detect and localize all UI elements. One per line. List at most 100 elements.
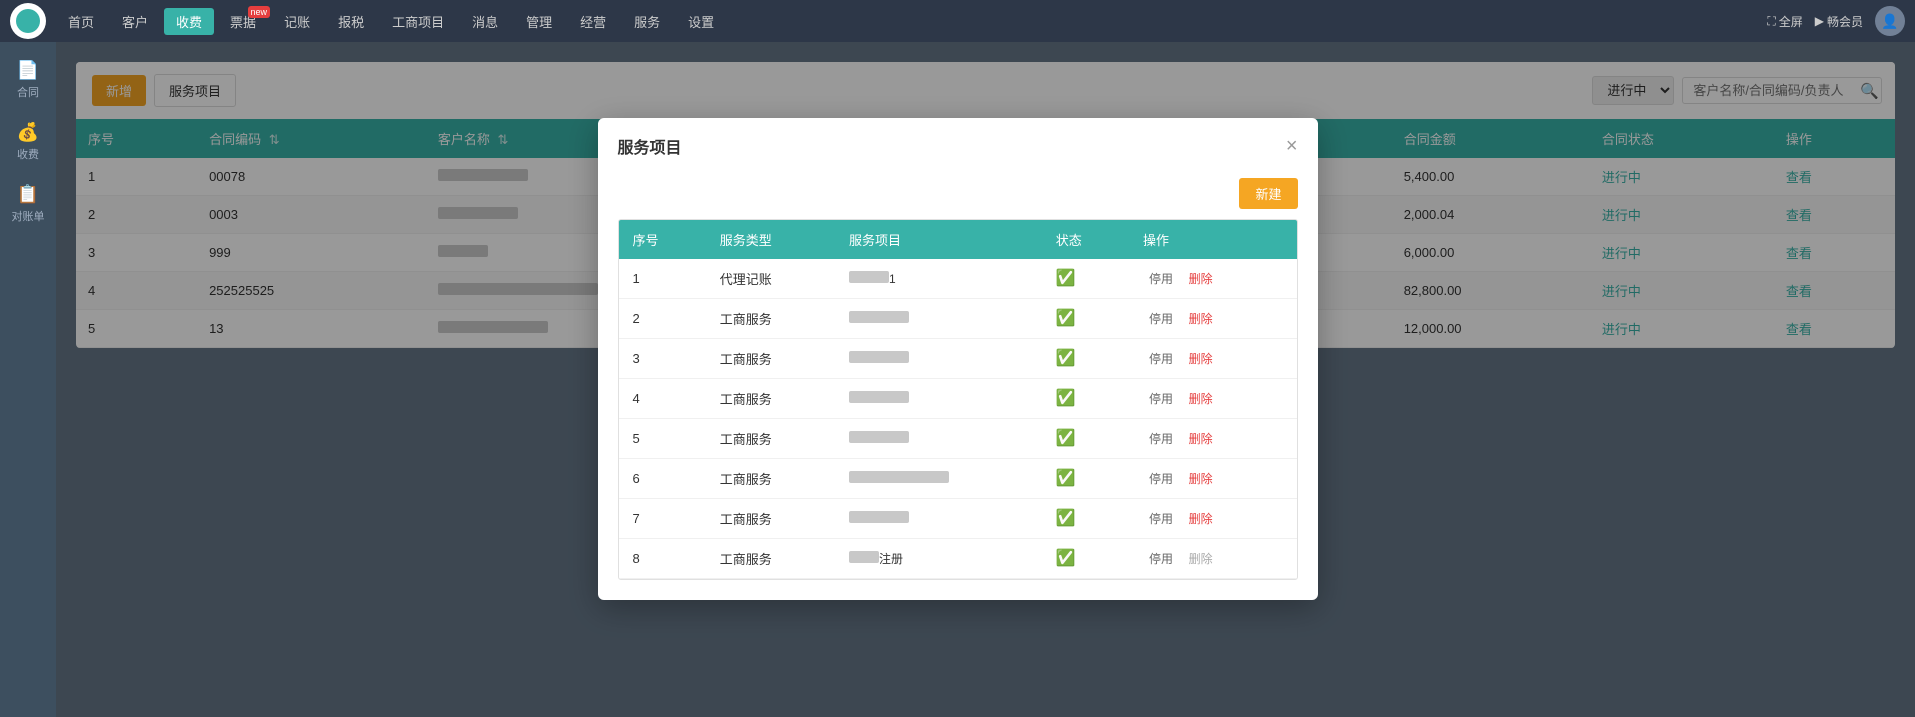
nav-piaoju[interactable]: 票据 new	[218, 8, 268, 35]
delete-button[interactable]: 删除	[1183, 348, 1219, 369]
stop-button[interactable]: 停用	[1143, 348, 1179, 369]
stop-button[interactable]: 停用	[1143, 468, 1179, 489]
status-check-icon: ✅	[1056, 390, 1076, 407]
modal-col-seq: 序号	[619, 220, 706, 259]
modal-cell-item	[835, 298, 1042, 338]
modal-cell-status: ✅	[1042, 458, 1129, 498]
new-badge: new	[248, 6, 271, 18]
modal-cell-seq: 1	[619, 259, 706, 299]
delete-button[interactable]: 删除	[1183, 508, 1219, 529]
member-btn[interactable]: ▶ 畅会员	[1815, 13, 1863, 30]
modal-cell-seq: 3	[619, 338, 706, 378]
contract-icon: 📄	[17, 60, 39, 81]
modal-cell-action: 停用 删除	[1129, 498, 1296, 538]
video-icon: ▶	[1815, 14, 1824, 28]
nav-baoshui[interactable]: 报税	[326, 8, 376, 35]
status-check-icon: ✅	[1056, 430, 1076, 447]
modal-toolbar: 新建	[618, 178, 1298, 209]
modal-cell-seq: 8	[619, 538, 706, 578]
modal-table-row: 8 工商服务 注册 ✅ 停用 删除	[619, 538, 1297, 578]
sidebar-item-contract[interactable]: 📄 合同	[3, 52, 53, 108]
modal-title: 服务项目	[618, 134, 682, 158]
modal-table-row: 1 代理记账 1 ✅ 停用 删除	[619, 259, 1297, 299]
status-check-icon: ✅	[1056, 470, 1076, 487]
modal-col-type: 服务类型	[706, 220, 835, 259]
status-check-icon: ✅	[1056, 550, 1076, 567]
delete-button[interactable]: 删除	[1183, 428, 1219, 449]
sidebar-label-reconcile: 对账单	[12, 208, 45, 224]
nav-home[interactable]: 首页	[56, 8, 106, 35]
stop-button[interactable]: 停用	[1143, 428, 1179, 449]
logo-icon	[16, 9, 40, 33]
modal-cell-type: 工商服务	[706, 418, 835, 458]
stop-button[interactable]: 停用	[1143, 508, 1179, 529]
stop-button[interactable]: 停用	[1143, 268, 1179, 289]
modal-cell-item	[835, 418, 1042, 458]
modal-cell-action: 停用 删除	[1129, 338, 1296, 378]
sidebar-item-charge[interactable]: 💰 收费	[3, 114, 53, 170]
status-check-icon: ✅	[1056, 510, 1076, 527]
modal-cell-status: ✅	[1042, 298, 1129, 338]
nav-shoufei[interactable]: 收费	[164, 8, 214, 35]
modal-cell-status: ✅	[1042, 498, 1129, 538]
delete-button[interactable]: 删除	[1183, 548, 1219, 569]
nav-jingying[interactable]: 经营	[568, 8, 618, 35]
modal-cell-seq: 7	[619, 498, 706, 538]
nav-xiaoxi[interactable]: 消息	[460, 8, 510, 35]
modal-table-row: 3 工商服务 ✅ 停用 删除	[619, 338, 1297, 378]
modal-cell-action: 停用 删除	[1129, 458, 1296, 498]
modal-close-button[interactable]: ×	[1286, 136, 1298, 156]
modal-col-status: 状态	[1042, 220, 1129, 259]
modal-cell-type: 工商服务	[706, 458, 835, 498]
modal-cell-item	[835, 378, 1042, 418]
modal-cell-item: 注册	[835, 538, 1042, 578]
modal-cell-item: 1	[835, 259, 1042, 299]
nav-gongshang[interactable]: 工商项目	[380, 8, 456, 35]
stop-button[interactable]: 停用	[1143, 388, 1179, 409]
nav-fuwu[interactable]: 服务	[622, 8, 672, 35]
sidebar: 📄 合同 💰 收费 📋 对账单	[0, 42, 56, 717]
modal-col-action: 操作	[1129, 220, 1296, 259]
service-items-modal: 服务项目 × 新建 序号 服务类型 服务项目 状态 操作 1	[598, 118, 1318, 600]
sidebar-item-reconcile[interactable]: 📋 对账单	[3, 176, 53, 232]
modal-cell-action: 停用 删除	[1129, 298, 1296, 338]
sidebar-label-charge: 收费	[17, 146, 39, 162]
modal-cell-type: 工商服务	[706, 498, 835, 538]
sidebar-label-contract: 合同	[17, 84, 39, 100]
modal-cell-type: 工商服务	[706, 338, 835, 378]
modal-cell-status: ✅	[1042, 338, 1129, 378]
status-check-icon: ✅	[1056, 350, 1076, 367]
modal-cell-type: 工商服务	[706, 378, 835, 418]
modal-cell-status: ✅	[1042, 378, 1129, 418]
app-logo	[10, 3, 46, 39]
modal-col-item: 服务项目	[835, 220, 1042, 259]
nav-shezhi[interactable]: 设置	[676, 8, 726, 35]
delete-button[interactable]: 删除	[1183, 468, 1219, 489]
modal-cell-seq: 5	[619, 418, 706, 458]
charge-icon: 💰	[17, 122, 39, 143]
modal-header: 服务项目 ×	[598, 118, 1318, 168]
modal-cell-action: 停用 删除	[1129, 259, 1296, 299]
nav-jizhang[interactable]: 记账	[272, 8, 322, 35]
status-check-icon: ✅	[1056, 310, 1076, 327]
modal-cell-action: 停用 删除	[1129, 378, 1296, 418]
top-right-actions: ⛶ 全屏 ▶ 畅会员 👤	[1767, 6, 1905, 36]
modal-table-row: 5 工商服务 ✅ 停用 删除	[619, 418, 1297, 458]
modal-table-row: 4 工商服务 ✅ 停用 删除	[619, 378, 1297, 418]
modal-cell-seq: 6	[619, 458, 706, 498]
delete-button[interactable]: 删除	[1183, 268, 1219, 289]
modal-new-button[interactable]: 新建	[1239, 178, 1297, 209]
delete-button[interactable]: 删除	[1183, 308, 1219, 329]
modal-cell-type: 工商服务	[706, 538, 835, 578]
top-navigation: 首页 客户 收费 票据 new 记账 报税 工商项目 消息 管理 经营 服务 设…	[0, 0, 1915, 42]
modal-cell-status: ✅	[1042, 538, 1129, 578]
fullscreen-btn[interactable]: ⛶ 全屏	[1767, 13, 1802, 30]
delete-button[interactable]: 删除	[1183, 388, 1219, 409]
nav-customer[interactable]: 客户	[110, 8, 160, 35]
stop-button[interactable]: 停用	[1143, 308, 1179, 329]
nav-guanli[interactable]: 管理	[514, 8, 564, 35]
modal-table-wrap[interactable]: 序号 服务类型 服务项目 状态 操作 1 代理记账 1 ✅	[618, 219, 1298, 580]
fullscreen-icon: ⛶	[1767, 14, 1775, 29]
user-avatar[interactable]: 👤	[1875, 6, 1905, 36]
stop-button[interactable]: 停用	[1143, 548, 1179, 569]
